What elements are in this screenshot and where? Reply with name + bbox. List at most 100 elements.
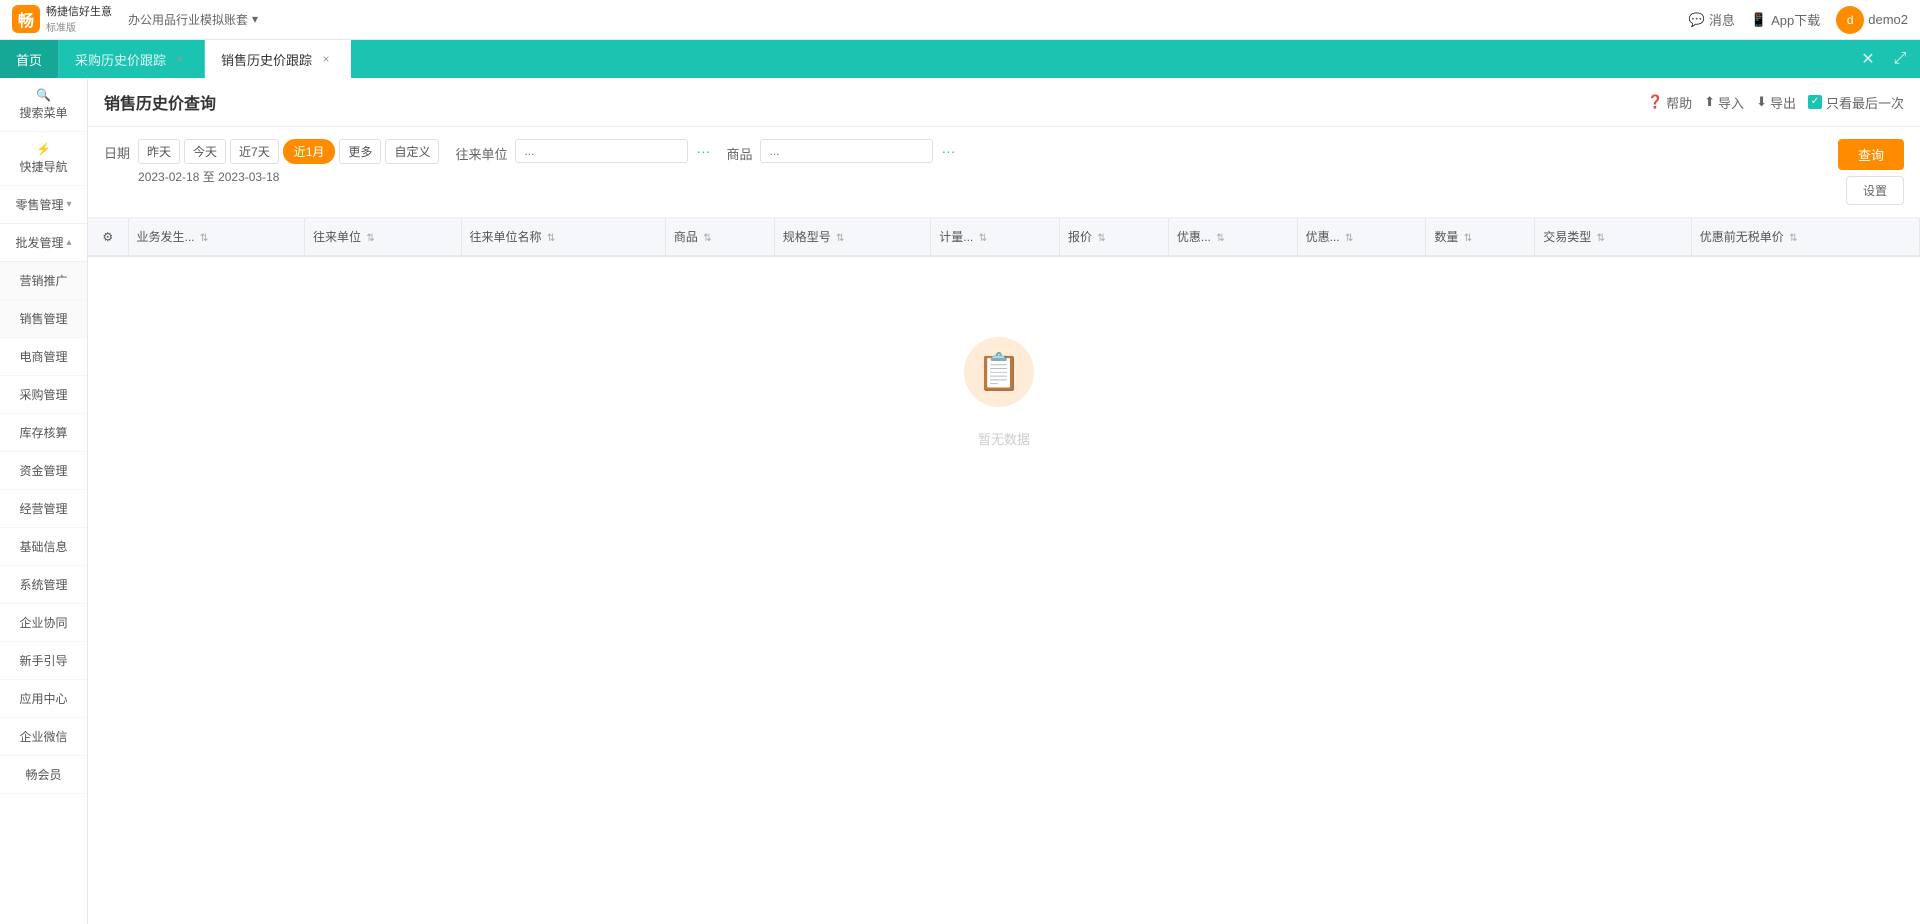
user-area[interactable]: d demo2 bbox=[1836, 6, 1908, 34]
col-quantity-label: 数量 bbox=[1434, 230, 1458, 244]
col-partner-name[interactable]: 往来单位名称 ⇅ bbox=[461, 218, 665, 256]
show-last-label: 只看最后一次 bbox=[1826, 93, 1904, 112]
page-header-actions: ❓ 帮助 ⬆ 导入 ⬇ 导出 只看最后一次 bbox=[1647, 93, 1904, 112]
settings-button[interactable]: 设置 bbox=[1846, 176, 1904, 205]
date-range-display: 2023-02-18 至 2023-03-18 bbox=[138, 168, 439, 185]
main-layout: 🔍 搜索菜单 ⚡ 快捷导航 零售管理 ▾ 批发管理 ▴ 营销推广 销售管理 电商… bbox=[0, 78, 1920, 924]
workspace-label: 办公用品行业模拟账套 bbox=[128, 11, 248, 28]
sort-icon-spec: ⇅ bbox=[836, 233, 844, 244]
sort-icon-partner-code: ⇅ bbox=[366, 233, 374, 244]
col-partner-code-label: 往来单位 bbox=[313, 230, 361, 244]
sort-icon-quantity: ⇅ bbox=[1464, 233, 1472, 244]
sidebar-item-ecommerce[interactable]: 电商管理 bbox=[0, 338, 87, 376]
top-bar-right: 💬 消息 📱 App下载 d demo2 bbox=[1689, 6, 1908, 34]
app-icon: 📱 bbox=[1751, 12, 1767, 28]
sidebar-item-basics[interactable]: 基础信息 bbox=[0, 528, 87, 566]
sidebar-item-retail[interactable]: 零售管理 ▾ bbox=[0, 186, 87, 224]
col-goods[interactable]: 商品 ⇅ bbox=[665, 218, 774, 256]
col-goods-label: 商品 bbox=[674, 230, 698, 244]
sidebar-item-system[interactable]: 系统管理 bbox=[0, 566, 87, 604]
logo-name: 畅捷信好生意 bbox=[46, 5, 112, 19]
export-btn[interactable]: ⬇ 导出 bbox=[1756, 93, 1796, 112]
table-header-row: ⚙ 业务发生... ⇅ 往来单位 ⇅ 往来单位名称 ⇅ bbox=[88, 218, 1920, 256]
app-download-btn[interactable]: 📱 App下载 bbox=[1751, 10, 1820, 29]
sidebar-enterprise-label: 企业协同 bbox=[19, 614, 67, 631]
col-discount2[interactable]: 优惠... ⇅ bbox=[1297, 218, 1426, 256]
import-btn[interactable]: ⬆ 导入 bbox=[1704, 93, 1744, 112]
col-price-before-tax[interactable]: 优惠前无税单价 ⇅ bbox=[1691, 218, 1919, 256]
date-btn-custom[interactable]: 自定义 bbox=[385, 139, 439, 164]
goods-filter-label: 商品 bbox=[726, 140, 752, 163]
col-quoted-price-label: 报价 bbox=[1068, 230, 1092, 244]
sidebar-item-sales-mgmt[interactable]: 销售管理 bbox=[0, 300, 87, 338]
goods-input[interactable] bbox=[760, 139, 933, 163]
tab-purchase[interactable]: 采购历史价跟踪 × bbox=[59, 40, 205, 78]
col-partner-code[interactable]: 往来单位 ⇅ bbox=[304, 218, 461, 256]
message-btn[interactable]: 💬 消息 bbox=[1689, 10, 1735, 29]
sidebar-item-shortcut[interactable]: ⚡ 快捷导航 bbox=[0, 132, 87, 186]
sidebar-item-finance[interactable]: 资金管理 bbox=[0, 452, 87, 490]
date-btn-yesterday[interactable]: 昨天 bbox=[138, 139, 180, 164]
partner-input[interactable] bbox=[515, 139, 688, 163]
sort-icon-goods: ⇅ bbox=[703, 233, 711, 244]
sidebar-item-purchase[interactable]: 采购管理 bbox=[0, 376, 87, 414]
empty-illustration: 📋 bbox=[964, 337, 1034, 407]
date-btn-7days[interactable]: 近7天 bbox=[230, 139, 279, 164]
date-filter-buttons: 昨天 今天 近7天 近1月 更多 自定义 2023-02-18 至 2023-0… bbox=[138, 139, 439, 185]
date-btn-today[interactable]: 今天 bbox=[184, 139, 226, 164]
tab-purchase-close[interactable]: × bbox=[172, 51, 188, 67]
col-trade-type[interactable]: 交易类型 ⇅ bbox=[1535, 218, 1692, 256]
sidebar-member-label: 畅会员 bbox=[25, 766, 61, 783]
workspace-selector[interactable]: 办公用品行业模拟账套 ▾ bbox=[120, 7, 266, 32]
sidebar-item-operations[interactable]: 经营管理 bbox=[0, 490, 87, 528]
sort-icon-discount2: ⇅ bbox=[1345, 233, 1353, 244]
sort-icon-unit: ⇅ bbox=[979, 233, 987, 244]
col-spec[interactable]: 规格型号 ⇅ bbox=[774, 218, 931, 256]
sidebar-item-marketing[interactable]: 营销推广 bbox=[0, 262, 87, 300]
goods-filter-group: 商品 ··· bbox=[726, 139, 955, 163]
sidebar-operations-label: 经营管理 bbox=[19, 500, 67, 517]
import-icon: ⬆ bbox=[1704, 94, 1715, 110]
sidebar-item-inventory[interactable]: 库存核算 bbox=[0, 414, 87, 452]
sidebar-item-newbie[interactable]: 新手引导 bbox=[0, 642, 87, 680]
col-unit[interactable]: 计量... ⇅ bbox=[931, 218, 1060, 256]
partner-selector-btn[interactable]: ··· bbox=[696, 143, 710, 159]
col-biz-date-label: 业务发生... bbox=[137, 230, 195, 244]
col-discount1[interactable]: 优惠... ⇅ bbox=[1168, 218, 1297, 256]
sidebar-basics-label: 基础信息 bbox=[19, 538, 67, 555]
tab-sales-close[interactable]: × bbox=[318, 51, 334, 67]
workspace-chevron-icon: ▾ bbox=[252, 12, 258, 26]
col-quantity[interactable]: 数量 ⇅ bbox=[1426, 218, 1535, 256]
export-label: 导出 bbox=[1770, 93, 1796, 112]
goods-selector-btn[interactable]: ··· bbox=[941, 143, 955, 159]
shortcut-icon: ⚡ bbox=[36, 142, 51, 156]
help-btn[interactable]: ❓ 帮助 bbox=[1647, 93, 1692, 112]
tab-maximize-btn[interactable]: ⤢ bbox=[1888, 47, 1912, 71]
tab-sales[interactable]: 销售历史价跟踪 × bbox=[205, 40, 351, 78]
partner-filter-group: 往来单位 ··· bbox=[455, 139, 710, 163]
tab-close-all-btn[interactable]: ✕ bbox=[1856, 47, 1880, 71]
show-last-checkbox[interactable] bbox=[1808, 95, 1822, 109]
col-discount2-label: 优惠... bbox=[1306, 230, 1340, 244]
date-btn-more[interactable]: 更多 bbox=[339, 139, 381, 164]
sidebar-item-member[interactable]: 畅会员 bbox=[0, 756, 87, 794]
sidebar-item-apps[interactable]: 应用中心 bbox=[0, 680, 87, 718]
col-settings[interactable]: ⚙ bbox=[88, 218, 128, 256]
sidebar-finance-label: 资金管理 bbox=[19, 462, 67, 479]
col-biz-date[interactable]: 业务发生... ⇅ bbox=[128, 218, 304, 256]
show-last-checkbox-area[interactable]: 只看最后一次 bbox=[1808, 93, 1904, 112]
sidebar-item-wholesale[interactable]: 批发管理 ▴ bbox=[0, 224, 87, 262]
tab-home[interactable]: 首页 bbox=[0, 40, 59, 78]
query-button[interactable]: 查询 bbox=[1838, 139, 1904, 170]
sidebar-inventory-label: 库存核算 bbox=[19, 424, 67, 441]
sidebar-marketing-label: 营销推广 bbox=[19, 274, 67, 288]
empty-icon: 📋 bbox=[964, 337, 1044, 417]
date-btn-1month[interactable]: 近1月 bbox=[283, 139, 336, 164]
sidebar-item-enterprise[interactable]: 企业协同 bbox=[0, 604, 87, 642]
tab-bar-actions: ✕ ⤢ bbox=[1856, 47, 1912, 71]
sidebar-item-wechat[interactable]: 企业微信 bbox=[0, 718, 87, 756]
col-price-before-tax-label: 优惠前无税单价 bbox=[1700, 230, 1784, 244]
sidebar-item-search[interactable]: 🔍 搜索菜单 bbox=[0, 78, 87, 132]
col-discount1-label: 优惠... bbox=[1177, 230, 1211, 244]
col-quoted-price[interactable]: 报价 ⇅ bbox=[1060, 218, 1169, 256]
